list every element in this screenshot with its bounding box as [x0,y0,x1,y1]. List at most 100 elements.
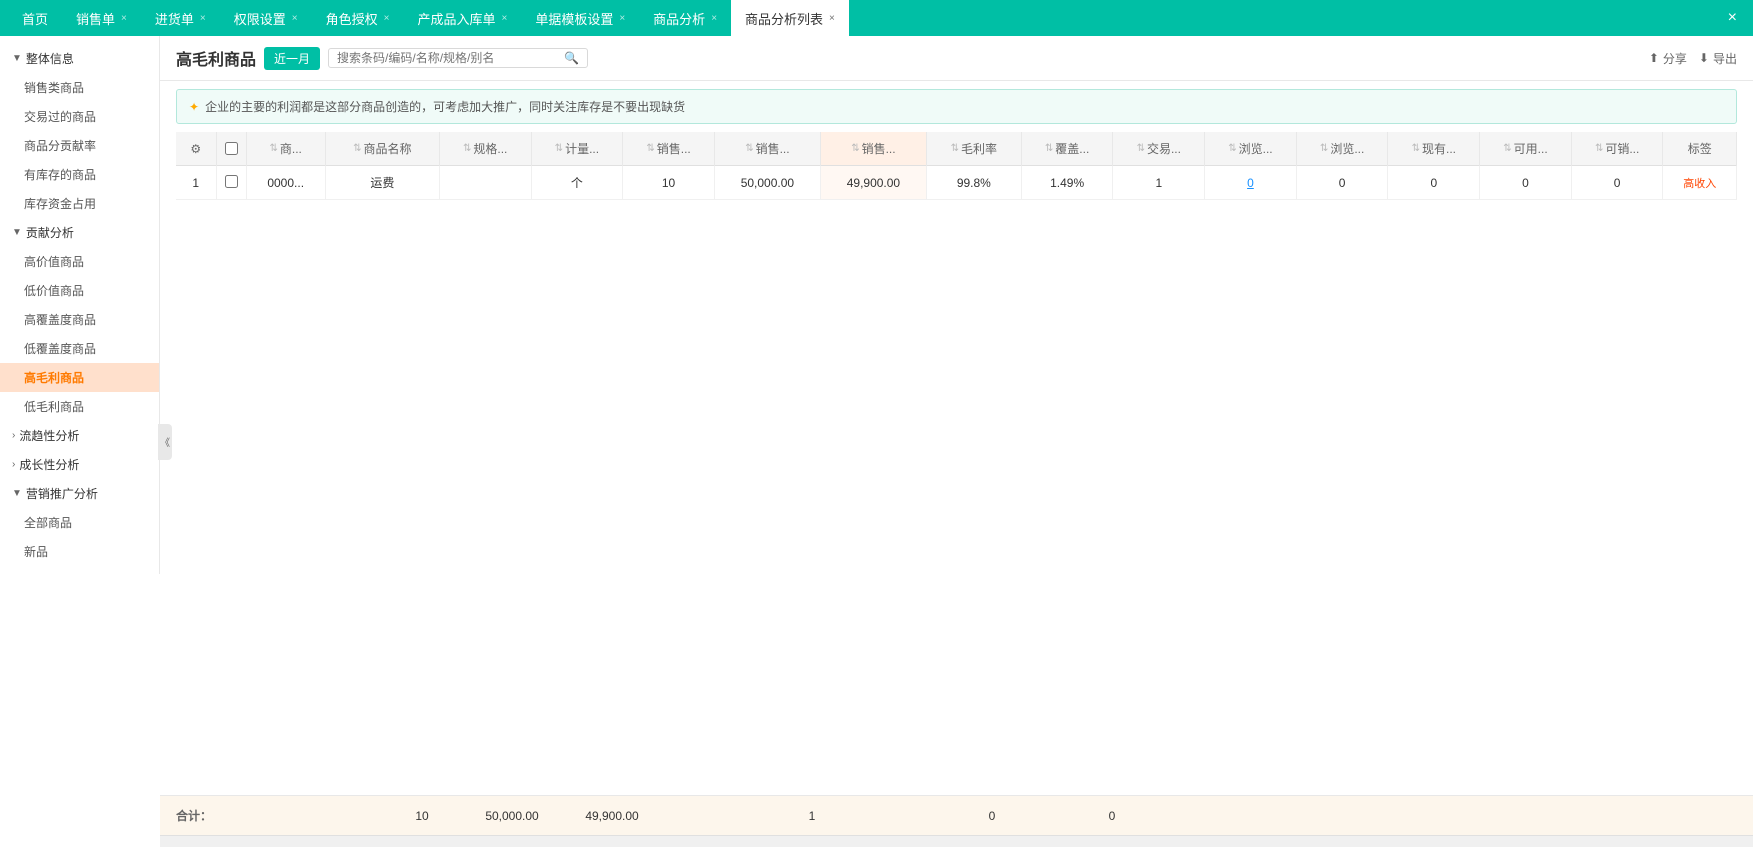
sidebar-group-marketing[interactable]: ▼ 营销推广分析 [0,479,159,508]
page-title: 高毛利商品 [176,46,256,70]
cell-current-stock: 0 [1388,166,1480,200]
cell-spec [439,166,531,200]
col-sales-amt-header[interactable]: ⇅ 销售... [714,132,820,166]
group-growth-arrow: › [12,459,15,470]
sidebar-item-high-value[interactable]: 高价值商品 [0,247,159,276]
sidebar-item-new-products[interactable]: 新品 [0,537,159,566]
close-sales-order[interactable]: × [121,13,127,24]
close-product-inbound[interactable]: × [501,13,507,24]
col-sales-profit-header[interactable]: ⇅ 销售... [820,132,926,166]
group-trend-arrow: › [12,430,15,441]
cell-avail-stock: 0 [1480,166,1572,200]
info-banner-text: 企业的主要的利润都是这部分商品创造的，可考虑加大推广，同时关注库存是不要出现缺货 [205,98,685,115]
nav-template-settings[interactable]: 单据模板设置 × [521,0,639,36]
col-tag-header[interactable]: 标签 [1663,132,1737,166]
nav-role-auth[interactable]: 角色授权 × [312,0,404,36]
close-product-analysis-list[interactable]: × [829,13,835,24]
sidebar-item-low-coverage[interactable]: 低覆盖度商品 [0,334,159,363]
cell-view1[interactable]: 0 [1205,166,1297,200]
cell-index: 1 [176,166,216,200]
col-avail-stock-header[interactable]: ⇅ 可用... [1480,132,1572,166]
col-unit-header[interactable]: ⇅ 计量... [531,132,623,166]
share-icon: ⬆ [1649,51,1659,65]
sort-icon: ⇅ [353,143,361,154]
sidebar-item-stock-capital[interactable]: 库存资金占用 [0,189,159,218]
sort-icon: ⇅ [555,143,563,154]
sidebar-item-contribution-rate[interactable]: 商品分贡献率 [0,131,159,160]
sidebar-group-contribution[interactable]: ▼ 贡献分析 [0,218,159,247]
data-table: ⚙ ⇅ 商... [176,132,1737,200]
cell-saleable-stock: 0 [1571,166,1663,200]
col-spec-header[interactable]: ⇅ 规格... [439,132,531,166]
col-gross-rate-header[interactable]: ⇅ 毛利率 [926,132,1021,166]
sidebar-group-trend[interactable]: › 流趋性分析 [0,421,159,450]
total-saleable-stock: 0 [1082,809,1142,823]
share-button[interactable]: ⬆ 分享 [1649,50,1687,67]
content-area: 高毛利商品 近一月 🔍 ⬆ 分享 ⬇ 导出 ✦ 企业的主要的利润都是这部分商品创… [160,36,1753,847]
content-header: 高毛利商品 近一月 🔍 ⬆ 分享 ⬇ 导出 [160,36,1753,81]
nav-product-analysis-list[interactable]: 商品分析列表 × [731,0,849,36]
sidebar-item-in-stock[interactable]: 有库存的商品 [0,160,159,189]
sidebar-item-high-coverage[interactable]: 高覆盖度商品 [0,305,159,334]
cell-sales-amt: 50,000.00 [714,166,820,200]
cell-checkbox[interactable] [216,166,246,200]
sidebar-group-growth[interactable]: › 成长性分析 [0,450,159,479]
total-tx-count: 1 [782,809,842,823]
close-all-tabs[interactable]: × [1720,9,1745,27]
col-view1-header[interactable]: ⇅ 浏览... [1205,132,1297,166]
search-box[interactable]: 🔍 [328,48,588,68]
sidebar-item-high-margin[interactable]: 高毛利商品 [0,363,159,392]
col-coverage-header[interactable]: ⇅ 覆盖... [1021,132,1113,166]
sidebar-item-low-value[interactable]: 低价值商品 [0,276,159,305]
col-code-header[interactable]: ⇅ 商... [246,132,325,166]
cell-coverage: 1.49% [1021,166,1113,200]
col-tx-count-header[interactable]: ⇅ 交易... [1113,132,1205,166]
group-overall-arrow: ▼ [12,53,22,64]
close-permission-settings[interactable]: × [292,13,298,24]
total-sales-qty: 10 [382,809,462,823]
col-checkbox [216,132,246,166]
export-button[interactable]: ⬇ 导出 [1699,50,1737,67]
sidebar-item-low-margin[interactable]: 低毛利商品 [0,392,159,421]
table-wrapper: ⚙ ⇅ 商... [160,132,1753,795]
cell-view2: 0 [1296,166,1388,200]
close-product-analysis[interactable]: × [711,13,717,24]
col-index: ⚙ [176,132,216,166]
col-current-stock-header[interactable]: ⇅ 现有... [1388,132,1480,166]
close-purchase-order[interactable]: × [200,13,206,24]
search-input[interactable] [337,51,564,65]
nav-product-analysis[interactable]: 商品分析 × [639,0,731,36]
row-checkbox[interactable] [225,175,238,188]
sidebar-item-all-goods[interactable]: 全部商品 [0,508,159,537]
nav-permission-settings[interactable]: 权限设置 × [220,0,312,36]
horizontal-scrollbar[interactable] [160,835,1753,847]
select-all-checkbox[interactable] [225,142,238,155]
nav-sales-order[interactable]: 销售单 × [62,0,141,36]
cell-unit: 个 [531,166,623,200]
col-sales-qty-header[interactable]: ⇅ 销售... [623,132,715,166]
sidebar-group-overall[interactable]: ▼ 整体信息 [0,44,159,73]
filter-recent-month-button[interactable]: 近一月 [264,47,320,70]
sidebar-item-sales-goods[interactable]: 销售类商品 [0,73,159,102]
nav-home[interactable]: 首页 [8,0,62,36]
close-role-auth[interactable]: × [384,13,390,24]
sort-icon: ⇅ [1320,143,1328,154]
group-growth-label: 成长性分析 [19,456,79,473]
nav-purchase-order[interactable]: 进货单 × [141,0,220,36]
collapse-sidebar-button[interactable]: 《 [158,424,172,460]
sort-icon: ⇅ [1412,143,1420,154]
close-template-settings[interactable]: × [619,13,625,24]
col-view2-header[interactable]: ⇅ 浏览... [1296,132,1388,166]
cell-sales-qty: 10 [623,166,715,200]
total-sales-profit: 49,900.00 [562,809,662,823]
info-banner: ✦ 企业的主要的利润都是这部分商品创造的，可考虑加大推广，同时关注库存是不要出现… [176,89,1737,124]
sidebar-item-traded-goods[interactable]: 交易过的商品 [0,102,159,131]
col-name-header[interactable]: ⇅ 商品名称 [325,132,439,166]
sort-icon: ⇅ [951,143,959,154]
main-layout: ▼ 整体信息 销售类商品 交易过的商品 商品分贡献率 有库存的商品 库存资金占用… [0,36,1753,847]
col-saleable-stock-header[interactable]: ⇅ 可销... [1571,132,1663,166]
top-navigation: 首页 销售单 × 进货单 × 权限设置 × 角色授权 × 产成品入库单 × 单据… [0,0,1753,36]
settings-icon[interactable]: ⚙ [190,142,201,156]
search-icon[interactable]: 🔍 [564,51,579,65]
nav-product-inbound[interactable]: 产成品入库单 × [403,0,521,36]
